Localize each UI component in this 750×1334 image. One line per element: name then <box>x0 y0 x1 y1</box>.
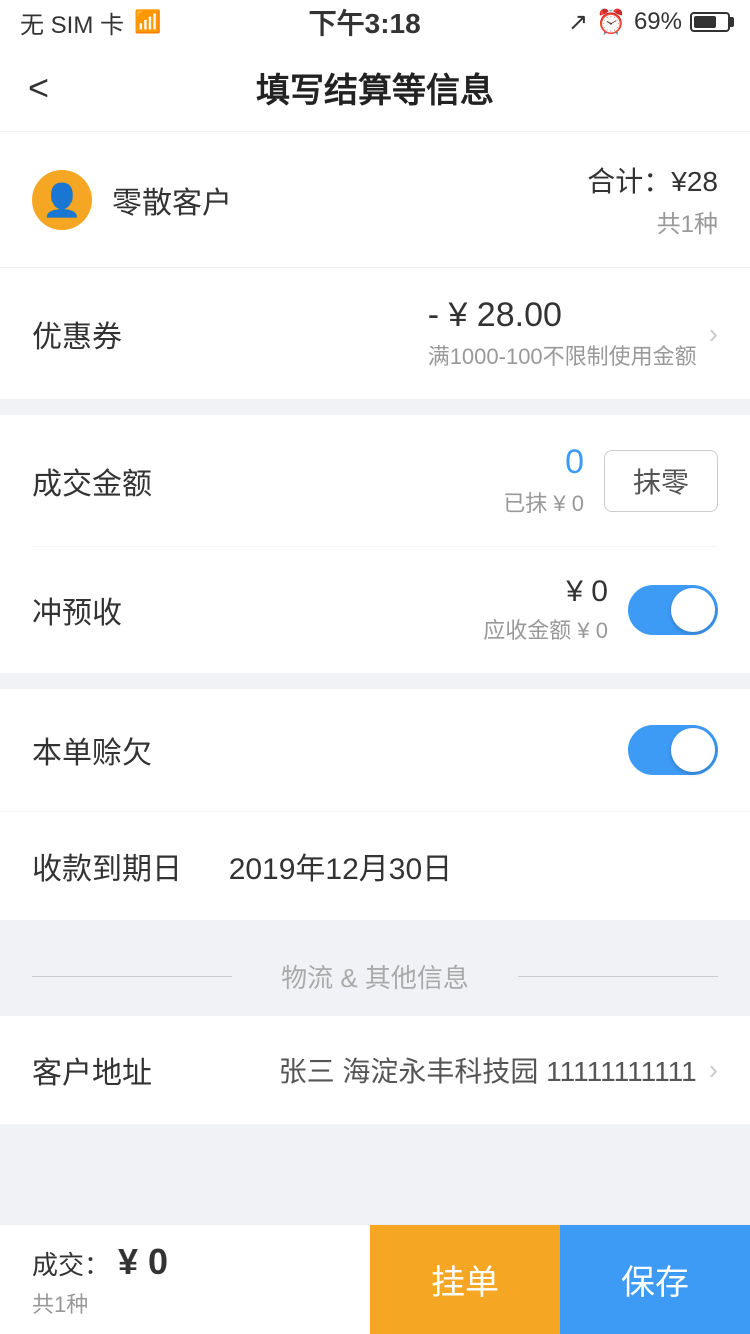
debt-toggle[interactable] <box>628 725 718 775</box>
hang-button[interactable]: 挂单 <box>370 1225 560 1334</box>
debt-label: 本单赊欠 <box>32 728 152 772</box>
status-right: ↗ ⏰ 69% <box>568 8 730 37</box>
nav-bar: < 填写结算等信息 <box>0 44 750 132</box>
address-label: 客户地址 <box>32 1048 152 1092</box>
prepay-receivable: 应收金额 ¥ 0 <box>483 613 608 645</box>
alarm-icon: ⏰ <box>596 8 626 37</box>
deal-amount-right: 0 已抹 ¥ 0 抹零 <box>503 443 718 518</box>
address-row[interactable]: 客户地址 张三 海淀永丰科技园 11111111111 › <box>0 1016 750 1124</box>
customer-count: 共1种 <box>587 204 718 239</box>
coupon-right: - ¥ 28.00 满1000-100不限制使用金额 › <box>428 296 718 371</box>
bottom-deal-amount: ¥ 0 <box>118 1241 168 1283</box>
customer-right: 合计：¥28 共1种 <box>587 160 718 239</box>
coupon-row[interactable]: 优惠券 - ¥ 28.00 满1000-100不限制使用金额 › <box>0 267 750 399</box>
due-date-value: 2019年12月30日 <box>229 853 452 886</box>
customer-row: 👤 零散客户 合计：¥28 共1种 <box>0 132 750 267</box>
address-value: 张三 海淀永丰科技园 11111111111 <box>180 1050 697 1090</box>
address-section: 客户地址 张三 海淀永丰科技园 11111111111 › <box>0 1016 750 1124</box>
bottom-deal-label: 成交： <box>32 1245 110 1282</box>
rounded-note: 已抹 ¥ 0 <box>503 486 584 518</box>
page-title: 填写结算等信息 <box>256 63 494 112</box>
deal-amount-label: 成交金额 <box>32 459 152 503</box>
deal-amount-col: 0 已抹 ¥ 0 <box>503 443 584 518</box>
deal-amount-value: 0 <box>565 443 584 482</box>
save-button[interactable]: 保存 <box>560 1225 750 1334</box>
due-date-row: 收款到期日 2019年12月30日 <box>0 812 750 920</box>
carrier-label: 无 SIM 卡 <box>20 5 124 40</box>
back-button[interactable]: < <box>28 67 49 109</box>
coupon-discount: - ¥ 28.00 <box>428 296 697 335</box>
debt-section: 本单赊欠 收款到期日 2019年12月30日 <box>0 689 750 920</box>
due-date-label: 收款到期日 <box>32 853 182 886</box>
prepay-col: ¥ 0 应收金额 ¥ 0 <box>483 575 608 645</box>
chevron-right-icon: › <box>709 318 718 350</box>
prepay-amount: ¥ 0 <box>566 575 608 609</box>
prepay-toggle[interactable] <box>628 585 718 635</box>
prepay-right: ¥ 0 应收金额 ¥ 0 <box>483 575 718 645</box>
bottom-info: 成交： ¥ 0 共1种 <box>0 1241 370 1319</box>
coupon-label: 优惠券 <box>32 312 122 356</box>
status-left: 无 SIM 卡 📶 <box>20 5 161 40</box>
prepay-label: 冲预收 <box>32 588 122 632</box>
customer-left: 👤 零散客户 <box>32 170 232 230</box>
customer-total: 合计：¥28 <box>587 160 718 200</box>
debt-row: 本单赊欠 <box>0 689 750 812</box>
address-chevron-icon: › <box>709 1054 718 1086</box>
debt-toggle-knob <box>671 728 715 772</box>
due-date-spacer <box>190 853 220 886</box>
logistics-label: 物流 & 其他信息 <box>261 958 489 995</box>
round-off-button[interactable]: 抹零 <box>604 450 718 512</box>
battery-icon <box>690 12 730 32</box>
battery-percent: 69% <box>634 8 682 36</box>
bottom-bar: 成交： ¥ 0 共1种 挂单 保存 <box>0 1224 750 1334</box>
customer-name: 零散客户 <box>112 178 232 222</box>
status-bar: 无 SIM 卡 📶 下午3:18 ↗ ⏰ 69% <box>0 0 750 44</box>
avatar-icon: 👤 <box>42 181 82 219</box>
status-time: 下午3:18 <box>309 2 421 42</box>
customer-section: 👤 零散客户 合计：¥28 共1种 优惠券 - ¥ 28.00 满1000-10… <box>0 132 750 399</box>
battery-fill <box>694 16 716 28</box>
coupon-info: - ¥ 28.00 满1000-100不限制使用金额 <box>428 296 697 371</box>
logistics-separator: 物流 & 其他信息 <box>0 936 750 1016</box>
location-icon: ↗ <box>568 8 588 37</box>
avatar: 👤 <box>32 170 92 230</box>
bottom-buttons: 挂单 保存 <box>370 1225 750 1334</box>
wifi-icon: 📶 <box>134 9 161 35</box>
coupon-desc: 满1000-100不限制使用金额 <box>428 339 697 371</box>
deal-amount-row: 成交金额 0 已抹 ¥ 0 抹零 <box>32 415 718 547</box>
bottom-deal-row: 成交： ¥ 0 <box>32 1241 338 1283</box>
bottom-count: 共1种 <box>32 1287 338 1319</box>
transaction-section: 成交金额 0 已抹 ¥ 0 抹零 冲预收 ¥ 0 应收金额 ¥ 0 <box>0 415 750 673</box>
prepay-row: 冲预收 ¥ 0 应收金额 ¥ 0 <box>32 547 718 673</box>
toggle-knob <box>671 588 715 632</box>
